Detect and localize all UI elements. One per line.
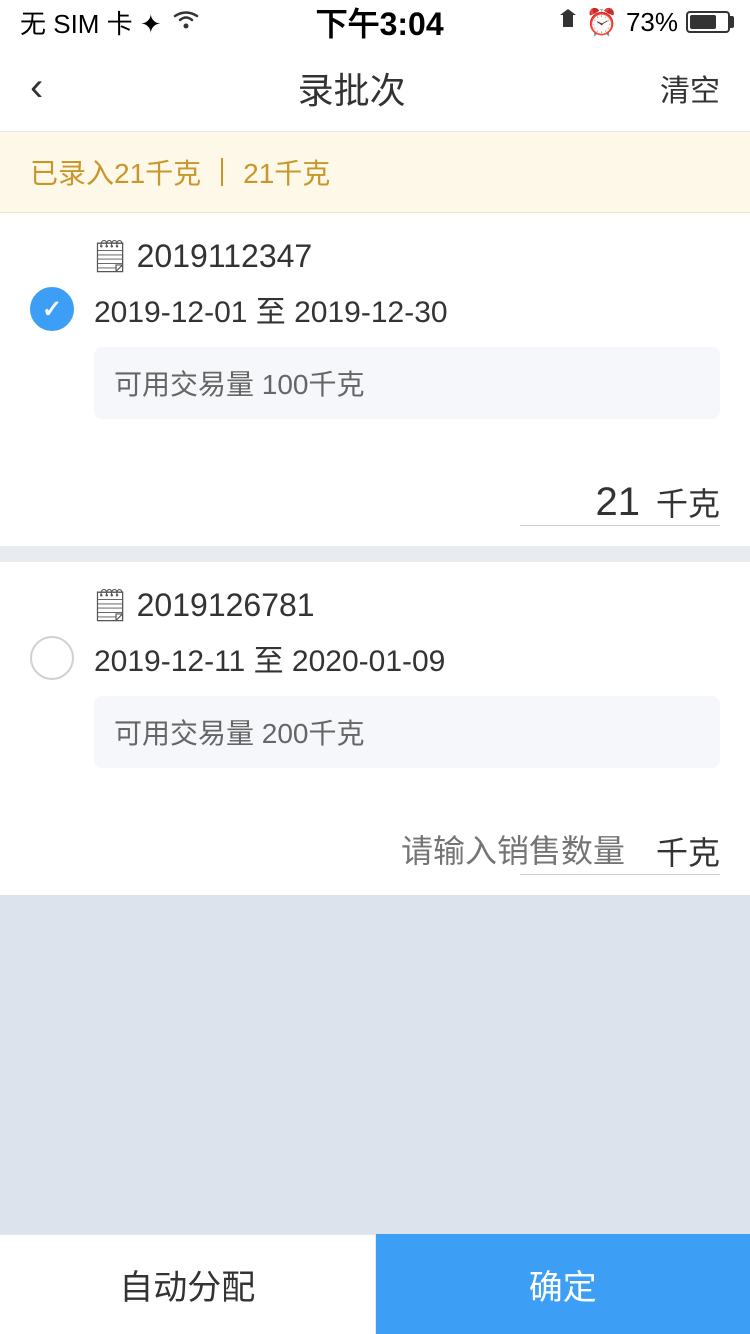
info-divider	[221, 158, 223, 186]
radio-2[interactable]	[30, 636, 74, 680]
bottom-buttons: 自动分配 确定	[0, 1234, 750, 1334]
recorded-value: 21千克	[243, 152, 330, 192]
batch1-qty-section: 21 千克	[0, 459, 750, 546]
battery-fill	[690, 15, 716, 29]
page: 无 SIM 卡 ✦ 下午3:04 ⏰ 73%	[0, 0, 750, 1334]
page-title: 录批次	[298, 62, 406, 114]
input-row-2: 千克	[0, 808, 750, 874]
status-left: 无 SIM 卡 ✦	[20, 4, 202, 41]
alarm-icon: ⏰	[586, 7, 618, 38]
confirm-button[interactable]: 确定	[376, 1234, 750, 1334]
batch2-input-section: 千克	[0, 808, 750, 895]
battery-icon	[686, 11, 730, 33]
back-button[interactable]: ‹	[30, 65, 43, 110]
status-right: ⏰ 73%	[558, 7, 730, 38]
input-divider-2	[520, 874, 720, 875]
qty-divider-1	[520, 525, 720, 526]
status-bar: 无 SIM 卡 ✦ 下午3:04 ⏰ 73%	[0, 0, 750, 44]
batch-id-icon-2: 🗒	[90, 586, 131, 624]
status-time: 下午3:04	[316, 0, 444, 45]
auto-distribute-button[interactable]: 自动分配	[0, 1234, 376, 1334]
batch-id-row-1: 🗒 2019112347	[90, 237, 720, 275]
batch-date-row-2: 2019-12-11 至 2020-01-09	[30, 636, 720, 680]
no-sim-text: 无 SIM 卡 ✦	[20, 4, 162, 41]
available-qty-2: 可用交易量 200千克	[94, 696, 720, 768]
info-banner: 已录入21千克 21千克	[0, 132, 750, 213]
batch-id-icon-1: 🗒	[90, 237, 131, 275]
nav-bar: ‹ 录批次 清空	[0, 44, 750, 132]
radio-1[interactable]	[30, 287, 74, 331]
card-separator	[0, 546, 750, 562]
input-unit-2: 千克	[656, 828, 720, 874]
available-qty-1: 可用交易量 100千克	[94, 347, 720, 419]
wifi-icon	[170, 7, 202, 38]
batch-date-2: 2019-12-11 至 2020-01-09	[94, 636, 445, 680]
battery-percent: 73%	[626, 7, 678, 38]
batch-id-row-2: 🗒 2019126781	[90, 586, 720, 624]
batch-date-1: 2019-12-01 至 2019-12-30	[94, 287, 448, 331]
location-icon	[558, 7, 578, 38]
clear-button[interactable]: 清空	[660, 66, 720, 110]
recorded-label: 已录入21千克	[30, 152, 201, 192]
batch-id-text-1: 2019112347	[137, 238, 313, 275]
qty-unit-1: 千克	[656, 479, 720, 525]
batch-item-1: 🗒 2019112347 2019-12-01 至 2019-12-30 可用交…	[0, 213, 750, 459]
qty-value-1: 21	[595, 480, 640, 525]
qty-input-2[interactable]	[340, 833, 640, 870]
batch-date-row-1: 2019-12-01 至 2019-12-30	[30, 287, 720, 331]
batch-id-text-2: 2019126781	[137, 587, 315, 624]
qty-row-1: 21 千克	[0, 459, 750, 525]
batch-item-2: 🗒 2019126781 2019-12-11 至 2020-01-09 可用交…	[0, 562, 750, 808]
